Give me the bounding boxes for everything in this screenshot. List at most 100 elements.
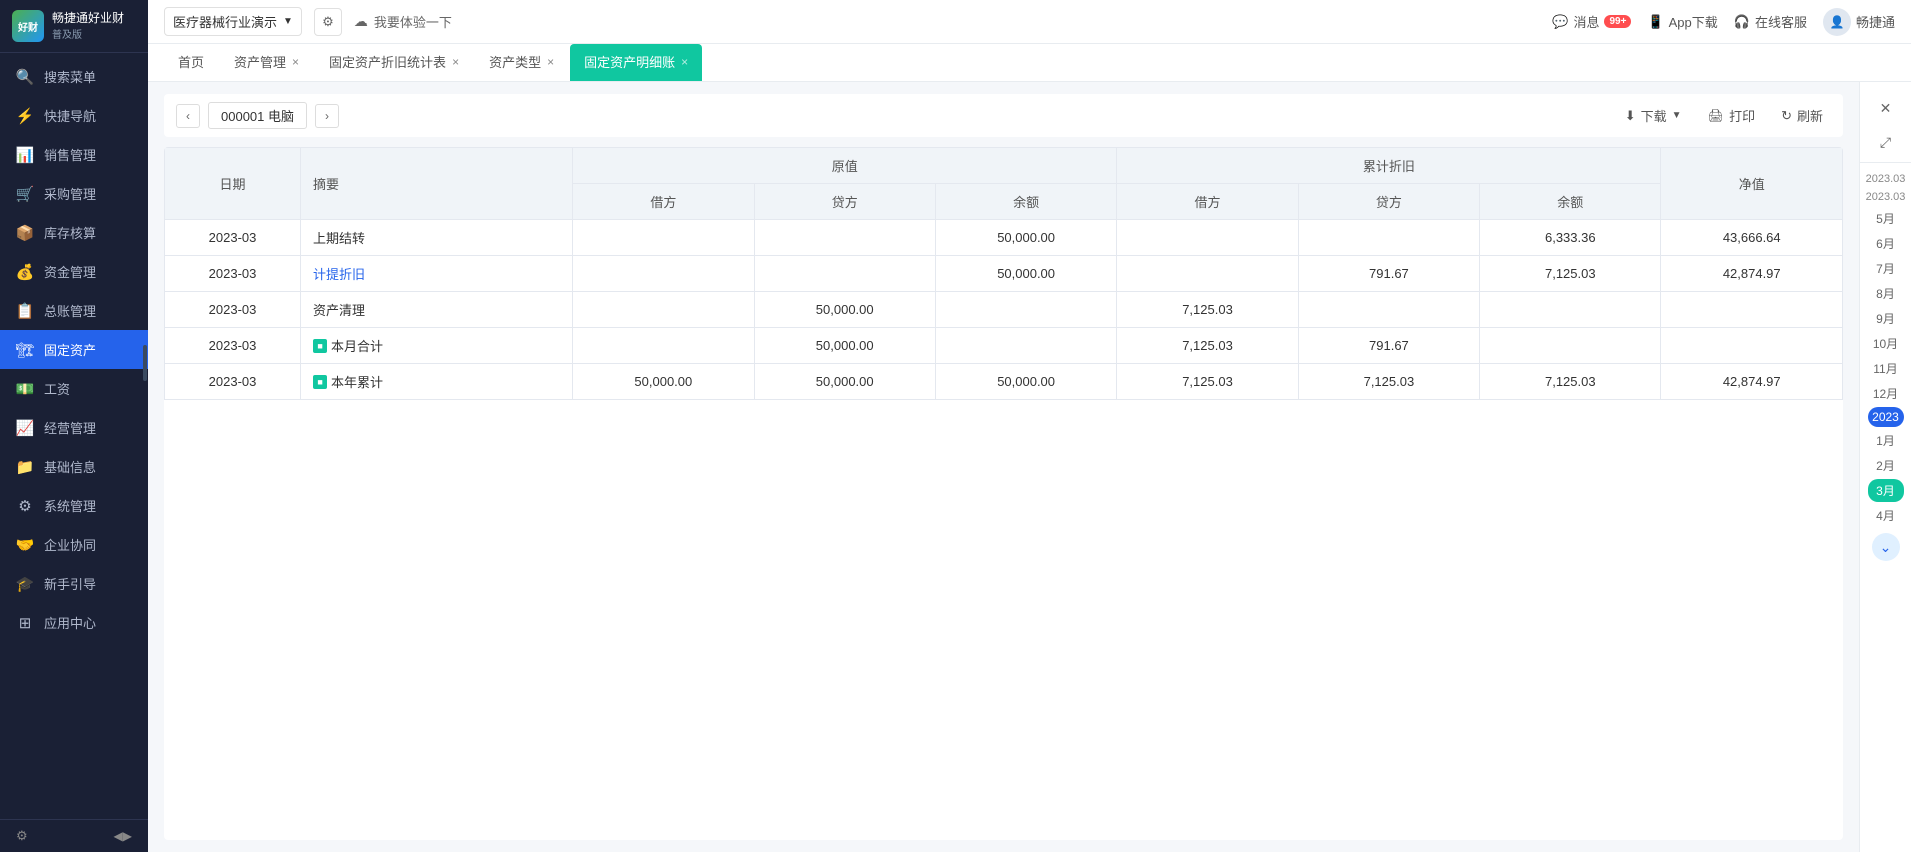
topbar-left: 医疗器械行业演示 ▼ ⚙ ☁ 我要体验一下 bbox=[164, 7, 452, 36]
cell-accum-credit: 791.67 bbox=[1298, 256, 1479, 292]
cell-accum-debit: 7,125.03 bbox=[1117, 292, 1298, 328]
cell-net-value: 42,874.97 bbox=[1661, 364, 1843, 400]
sidebar-bottom: ⚙ ◀▶ bbox=[0, 819, 148, 852]
tab-close-icon[interactable]: × bbox=[681, 55, 688, 69]
download-btn[interactable]: ⬇ 下载 ▼ bbox=[1617, 102, 1690, 129]
sidebar-item-collab[interactable]: 🤝 企业协同 bbox=[0, 525, 148, 564]
cell-summary: 资产清理 bbox=[301, 292, 573, 328]
timeline-year1: 2023.03 bbox=[1860, 171, 1911, 187]
topbar-right: 💬 消息 99+ 📱 App下载 🎧 在线客服 👤 畅捷通 bbox=[1552, 8, 1895, 36]
quicknav-icon: ⚡ bbox=[16, 107, 34, 125]
topbar-settings-btn[interactable]: ⚙ bbox=[314, 8, 342, 36]
sidebar-item-sales[interactable]: 📊 销售管理 bbox=[0, 135, 148, 174]
cell-accum-credit bbox=[1298, 220, 1479, 256]
next-btn[interactable]: › bbox=[315, 104, 339, 128]
timeline-month-8[interactable]: 8月 bbox=[1860, 282, 1911, 305]
timeline-month-10[interactable]: 10月 bbox=[1860, 332, 1911, 355]
cell-orig-credit: 50,000.00 bbox=[754, 364, 935, 400]
user-action[interactable]: 👤 畅捷通 bbox=[1823, 8, 1895, 36]
close-panel-btn[interactable]: ✕ bbox=[1872, 94, 1900, 122]
cell-date: 2023-03 bbox=[165, 292, 301, 328]
panel-header-btns: ✕ ⤢ bbox=[1860, 88, 1911, 163]
sidebar-item-appcenter[interactable]: ⊞ 应用中心 bbox=[0, 603, 148, 642]
messages-action[interactable]: 💬 消息 99+ bbox=[1552, 12, 1631, 31]
tab-home[interactable]: 首页 bbox=[164, 44, 218, 81]
sidebar: 好财 畅捷通好业财 普及版 🔍 搜索菜单 ⚡ 快捷导航 📊 销售管理 🛒 采购管… bbox=[0, 0, 148, 852]
timeline-month-1[interactable]: 1月 bbox=[1860, 429, 1911, 452]
collab-icon: 🤝 bbox=[16, 536, 34, 554]
timeline-year-2023[interactable]: 2023 bbox=[1868, 407, 1904, 427]
cell-date: 2023-03 bbox=[165, 364, 301, 400]
tab-close-icon[interactable]: × bbox=[292, 55, 299, 69]
cell-orig-debit bbox=[573, 292, 754, 328]
tab-close-icon[interactable]: × bbox=[547, 55, 554, 69]
sidebar-item-label: 工资 bbox=[44, 379, 70, 398]
appcenter-icon: ⊞ bbox=[16, 614, 34, 632]
sidebar-item-label: 经营管理 bbox=[44, 418, 96, 437]
sidebar-item-guide[interactable]: 🎓 新手引导 bbox=[0, 564, 148, 603]
tab-asset-management[interactable]: 资产管理 × bbox=[220, 44, 313, 81]
tab-asset-type[interactable]: 资产类型 × bbox=[475, 44, 568, 81]
inventory-icon: 📦 bbox=[16, 224, 34, 242]
sidebar-item-search[interactable]: 🔍 搜索菜单 bbox=[0, 57, 148, 96]
experience-btn[interactable]: ☁ 我要体验一下 bbox=[354, 12, 452, 31]
sidebar-item-sysadmin[interactable]: ⚙ 系统管理 bbox=[0, 486, 148, 525]
toolbar-row: ‹ 000001 电脑 › ⬇ 下载 ▼ 🖨 打印 bbox=[164, 94, 1843, 137]
refresh-label: 刷新 bbox=[1797, 106, 1823, 125]
sidebar-item-inventory[interactable]: 📦 库存核算 bbox=[0, 213, 148, 252]
tab-close-icon[interactable]: × bbox=[452, 55, 459, 69]
timeline-year2: 2023.03 bbox=[1860, 189, 1911, 205]
sidebar-item-management[interactable]: 📈 经营管理 bbox=[0, 408, 148, 447]
sidebar-item-basicinfo[interactable]: 📁 基础信息 bbox=[0, 447, 148, 486]
tab-asset-detail[interactable]: 固定资产明细账 × bbox=[570, 44, 702, 81]
tab-label: 固定资产折旧统计表 bbox=[329, 52, 446, 71]
sidebar-item-payroll[interactable]: 💵 工资 bbox=[0, 369, 148, 408]
timeline-month-12[interactable]: 12月 bbox=[1860, 382, 1911, 405]
header-original-value: 原值 bbox=[573, 148, 1117, 184]
expand-panel-btn[interactable]: ⤢ bbox=[1872, 128, 1900, 156]
tab-home-label: 首页 bbox=[178, 52, 204, 71]
print-label: 打印 bbox=[1729, 106, 1755, 125]
collapse-btn[interactable]: ◀▶ bbox=[114, 829, 132, 843]
green-dot: ■ bbox=[313, 339, 327, 353]
action-btns: ⬇ 下载 ▼ 🖨 打印 ↻ 刷新 bbox=[1617, 102, 1831, 129]
cell-summary: ■本年累计 bbox=[301, 364, 573, 400]
cell-date: 2023-03 bbox=[165, 328, 301, 364]
content-area: ‹ 000001 电脑 › ⬇ 下载 ▼ 🖨 打印 bbox=[148, 82, 1911, 852]
timeline-month-3[interactable]: 3月 bbox=[1868, 479, 1904, 502]
download-label: 下载 bbox=[1641, 106, 1667, 125]
timeline-month-6[interactable]: 6月 bbox=[1860, 232, 1911, 255]
tab-label: 固定资产明细账 bbox=[584, 52, 675, 71]
sidebar-item-finance[interactable]: 💰 资金管理 bbox=[0, 252, 148, 291]
timeline-month-9[interactable]: 9月 bbox=[1860, 307, 1911, 330]
sidebar-item-ledger[interactable]: 📋 总账管理 bbox=[0, 291, 148, 330]
timeline-month-5[interactable]: 5月 bbox=[1860, 207, 1911, 230]
sidebar-item-purchase[interactable]: 🛒 采购管理 bbox=[0, 174, 148, 213]
timeline-month-4[interactable]: 4月 bbox=[1860, 504, 1911, 527]
sidebar-item-quicknav[interactable]: ⚡ 快捷导航 bbox=[0, 96, 148, 135]
timeline-scroll-down[interactable]: ⌄ bbox=[1872, 533, 1900, 561]
print-btn[interactable]: 🖨 打印 bbox=[1700, 102, 1764, 129]
search-icon: 🔍 bbox=[16, 68, 34, 86]
prev-btn[interactable]: ‹ bbox=[176, 104, 200, 128]
settings-bottom-icon[interactable]: ⚙ bbox=[16, 828, 28, 844]
experience-label: 我要体验一下 bbox=[374, 12, 452, 31]
onlinesupport-action[interactable]: 🎧 在线客服 bbox=[1734, 12, 1807, 31]
sidebar-item-label: 快捷导航 bbox=[44, 106, 96, 125]
sidebar-item-label: 总账管理 bbox=[44, 301, 96, 320]
timeline-month-11[interactable]: 11月 bbox=[1860, 357, 1911, 380]
appdownload-action[interactable]: 📱 App下载 bbox=[1647, 12, 1717, 31]
tab-label: 资产管理 bbox=[234, 52, 286, 71]
support-icon: 🎧 bbox=[1734, 14, 1750, 30]
cell-orig-balance: 50,000.00 bbox=[935, 220, 1116, 256]
refresh-btn[interactable]: ↻ 刷新 bbox=[1773, 102, 1831, 129]
timeline-month-2[interactable]: 2月 bbox=[1860, 454, 1911, 477]
ledger-icon: 📋 bbox=[16, 302, 34, 320]
basicinfo-icon: 📁 bbox=[16, 458, 34, 476]
cell-net-value bbox=[1661, 328, 1843, 364]
company-selector[interactable]: 医疗器械行业演示 ▼ bbox=[164, 7, 302, 36]
nav-controls: ‹ 000001 电脑 › bbox=[176, 102, 339, 129]
tab-depreciation-stats[interactable]: 固定资产折旧统计表 × bbox=[315, 44, 473, 81]
sidebar-item-fixedassets[interactable]: 🏗 固定资产 bbox=[0, 330, 148, 369]
timeline-month-7[interactable]: 7月 bbox=[1860, 257, 1911, 280]
